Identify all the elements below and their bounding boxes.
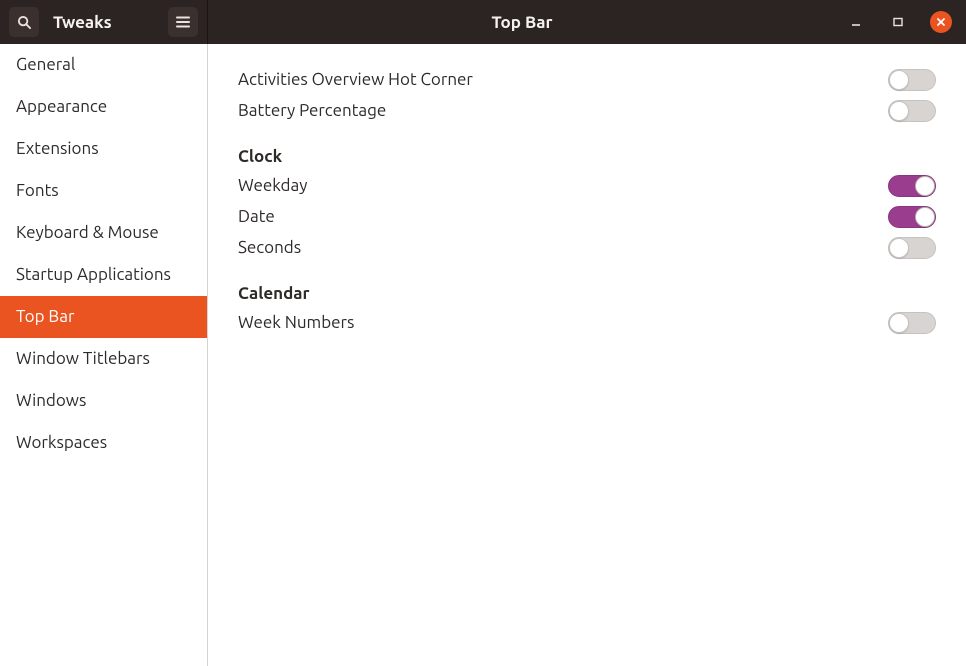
toggle-seconds[interactable]: [888, 237, 936, 259]
toggle-week-numbers[interactable]: [888, 312, 936, 334]
sidebar-item-label: General: [16, 55, 75, 74]
setting-label: Activities Overview Hot Corner: [238, 70, 473, 89]
sidebar-item-appearance[interactable]: Appearance: [0, 86, 207, 128]
sidebar-item-fonts[interactable]: Fonts: [0, 170, 207, 212]
titlebar: Tweaks Top Bar: [0, 0, 966, 44]
titlebar-left: Tweaks: [0, 0, 208, 44]
sidebar-item-label: Appearance: [16, 97, 107, 116]
sidebar-item-keyboard-mouse[interactable]: Keyboard & Mouse: [0, 212, 207, 254]
sidebar-item-label: Workspaces: [16, 433, 107, 452]
setting-label: Seconds: [238, 238, 301, 257]
minimize-icon: [851, 17, 861, 27]
toggle-date[interactable]: [888, 206, 936, 228]
body: General Appearance Extensions Fonts Keyboard…: [0, 44, 966, 666]
setting-row-battery-percentage: Battery Percentage: [238, 95, 936, 126]
setting-label: Week Numbers: [238, 313, 354, 332]
close-icon: [936, 17, 946, 27]
app-title: Tweaks: [53, 13, 168, 32]
search-button[interactable]: [9, 7, 39, 37]
sidebar-item-label: Window Titlebars: [16, 349, 150, 368]
setting-row-activities-overview-hot-corner: Activities Overview Hot Corner: [238, 64, 936, 95]
titlebar-center: Top Bar: [208, 0, 966, 44]
hamburger-button[interactable]: [168, 7, 198, 37]
app-window: Tweaks Top Bar: [0, 0, 966, 666]
sidebar-item-label: Top Bar: [16, 307, 74, 326]
section-title-calendar: Calendar: [238, 279, 936, 307]
search-icon: [17, 15, 32, 30]
sidebar-item-general[interactable]: General: [0, 44, 207, 86]
sidebar-item-label: Keyboard & Mouse: [16, 223, 159, 242]
sidebar-item-windows[interactable]: Windows: [0, 380, 207, 422]
setting-label: Date: [238, 207, 275, 226]
setting-row-week-numbers: Week Numbers: [238, 307, 936, 338]
toggle-weekday[interactable]: [888, 175, 936, 197]
setting-label: Weekday: [238, 176, 307, 195]
minimize-button[interactable]: [846, 12, 866, 32]
toggle-knob: [889, 70, 909, 90]
sidebar-item-extensions[interactable]: Extensions: [0, 128, 207, 170]
section-title-clock: Clock: [238, 142, 936, 170]
sidebar-item-label: Windows: [16, 391, 86, 410]
sidebar-item-label: Extensions: [16, 139, 99, 158]
toggle-knob: [889, 238, 909, 258]
maximize-icon: [893, 17, 903, 27]
setting-row-date: Date: [238, 201, 936, 232]
toggle-activities-overview-hot-corner[interactable]: [888, 69, 936, 91]
toggle-knob: [915, 207, 935, 227]
sidebar: General Appearance Extensions Fonts Keyboard…: [0, 44, 208, 666]
window-controls: [846, 11, 952, 33]
setting-label: Battery Percentage: [238, 101, 386, 120]
toggle-knob: [889, 101, 909, 121]
maximize-button[interactable]: [888, 12, 908, 32]
content: Activities Overview Hot Corner Battery Pe…: [208, 44, 966, 666]
toggle-battery-percentage[interactable]: [888, 100, 936, 122]
setting-row-weekday: Weekday: [238, 170, 936, 201]
page-title: Top Bar: [208, 13, 836, 32]
hamburger-icon: [176, 16, 190, 28]
sidebar-item-top-bar[interactable]: Top Bar: [0, 296, 207, 338]
sidebar-item-label: Fonts: [16, 181, 59, 200]
sidebar-item-startup-applications[interactable]: Startup Applications: [0, 254, 207, 296]
sidebar-item-window-titlebars[interactable]: Window Titlebars: [0, 338, 207, 380]
sidebar-item-label: Startup Applications: [16, 265, 171, 284]
toggle-knob: [915, 176, 935, 196]
setting-row-seconds: Seconds: [238, 232, 936, 263]
toggle-knob: [889, 313, 909, 333]
sidebar-item-workspaces[interactable]: Workspaces: [0, 422, 207, 464]
close-button[interactable]: [930, 11, 952, 33]
